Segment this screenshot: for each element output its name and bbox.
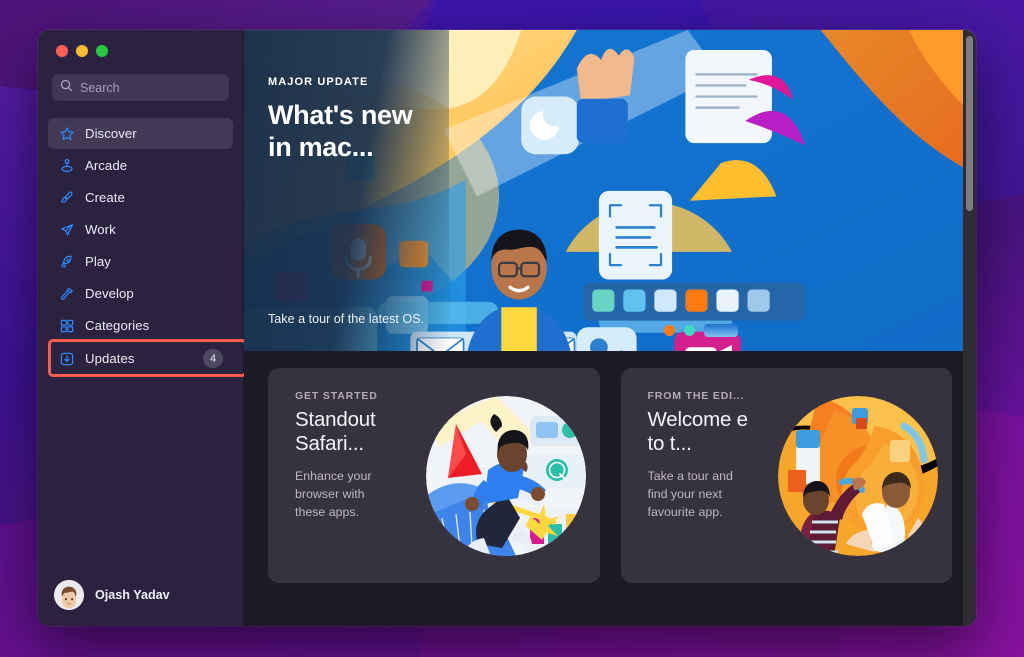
sidebar-item-label: Discover xyxy=(85,126,137,141)
sidebar-item-label: Work xyxy=(85,222,116,237)
paintbrush-icon xyxy=(58,189,75,206)
sidebar-item-work[interactable]: Work xyxy=(48,214,233,245)
sidebar-item-discover[interactable]: Discover xyxy=(48,118,233,149)
hero-title: What's new in mac... xyxy=(268,100,413,162)
sidebar-item-label: Play xyxy=(85,254,111,269)
sidebar-item-arcade[interactable]: Arcade xyxy=(48,150,233,181)
page-dot-3[interactable] xyxy=(704,324,738,337)
sidebar-nav: Discover Arcade Create Work Play Develop… xyxy=(38,118,247,377)
card-standout-safari[interactable]: GET STARTED Standout Safari... Enhance y… xyxy=(268,368,600,583)
hero-copy: MAJOR UPDATE What's new in mac... Take a… xyxy=(268,30,440,351)
paperplane-icon xyxy=(58,221,75,238)
card-copy: GET STARTED Standout Safari... Enhance y… xyxy=(268,368,396,583)
download-icon xyxy=(58,350,75,367)
card-copy: FROM THE EDI... Welcome e to t... Take a… xyxy=(621,368,749,583)
hero-page-dots[interactable] xyxy=(664,324,738,337)
hero-eyebrow: MAJOR UPDATE xyxy=(268,76,369,88)
page-dot-2[interactable] xyxy=(684,325,695,336)
card-eyebrow: GET STARTED xyxy=(295,390,378,402)
card-row: GET STARTED Standout Safari... Enhance y… xyxy=(244,351,976,583)
avatar xyxy=(54,580,84,610)
search-input[interactable] xyxy=(80,80,241,95)
search-icon xyxy=(60,79,73,97)
card-eyebrow: FROM THE EDI... xyxy=(647,390,745,402)
zoom-button[interactable] xyxy=(96,45,108,57)
sidebar-item-updates[interactable]: Updates 4 xyxy=(48,339,247,377)
grid-icon xyxy=(58,317,75,334)
sidebar-item-play[interactable]: Play xyxy=(48,246,233,277)
card-title: Standout Safari... xyxy=(295,408,376,455)
safari-runner-illustration xyxy=(425,395,586,556)
hammer-icon xyxy=(58,285,75,302)
card-subtitle: Enhance your browser with these apps. xyxy=(295,468,372,519)
sidebar-item-label: Arcade xyxy=(85,158,128,173)
page-dot-1[interactable] xyxy=(664,325,675,336)
scrollbar-thumb[interactable] xyxy=(966,36,973,211)
sidebar-item-label: Create xyxy=(85,190,125,205)
sidebar-item-categories[interactable]: Categories xyxy=(48,310,233,341)
rocket-icon xyxy=(58,253,75,270)
close-button[interactable] xyxy=(56,45,68,57)
welcome-people-illustration xyxy=(778,395,938,556)
sidebar-item-develop[interactable]: Develop xyxy=(48,278,233,309)
app-store-window: Discover Arcade xyxy=(38,30,976,626)
content-area: MAJOR UPDATE What's new in mac... Take a… xyxy=(244,30,976,626)
sidebar: Discover Arcade xyxy=(38,30,247,626)
account-name: Ojash Yadav xyxy=(95,588,170,602)
account-row[interactable]: Ojash Yadav xyxy=(38,580,243,626)
window-traffic-lights xyxy=(38,30,243,57)
card-title: Welcome e to t... xyxy=(647,408,749,455)
search-box[interactable] xyxy=(52,74,241,101)
sidebar-item-label: Updates xyxy=(85,351,135,366)
card-subtitle: Take a tour and find your next favourite… xyxy=(647,468,733,519)
hero-banner[interactable]: MAJOR UPDATE What's new in mac... Take a… xyxy=(244,30,976,351)
star-icon xyxy=(58,125,75,142)
content-scroller: MAJOR UPDATE What's new in mac... Take a… xyxy=(244,30,976,583)
search-container xyxy=(52,74,241,101)
updates-count-badge: 4 xyxy=(203,349,223,368)
sidebar-item-label: Develop xyxy=(85,286,134,301)
card-welcome[interactable]: FROM THE EDI... Welcome e to t... Take a… xyxy=(620,368,952,583)
joystick-icon xyxy=(58,157,75,174)
sidebar-item-label: Categories xyxy=(85,318,150,333)
minimize-button[interactable] xyxy=(76,45,88,57)
hero-subtitle: Take a tour of the latest OS. xyxy=(268,312,425,327)
sidebar-item-create[interactable]: Create xyxy=(48,182,233,213)
